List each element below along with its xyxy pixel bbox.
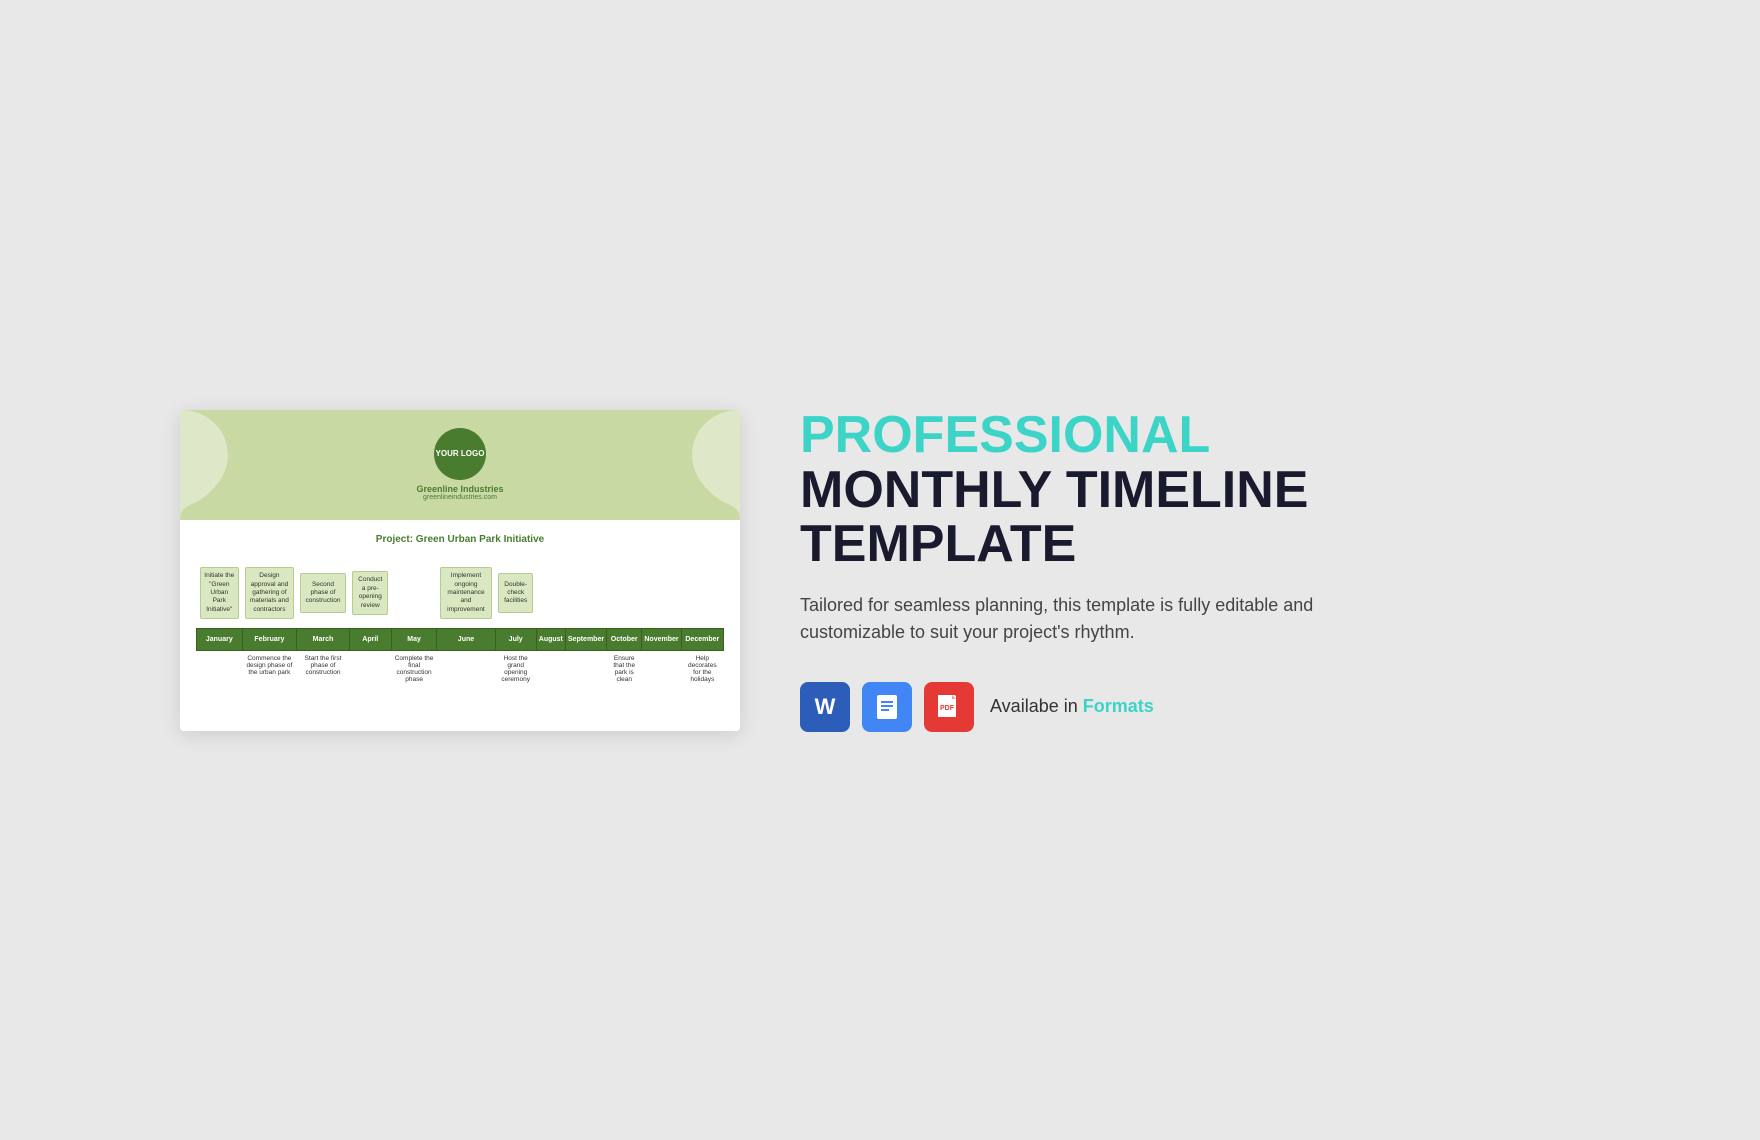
- task-oct: [607, 559, 642, 629]
- month-may: May: [391, 629, 437, 651]
- task-mar: Second phase of construction: [297, 559, 350, 629]
- month-dec: December: [681, 629, 723, 651]
- task-may: [391, 559, 437, 629]
- month-feb: February: [242, 629, 297, 651]
- task-dec: [681, 559, 723, 629]
- btask-jan: [197, 651, 243, 711]
- month-nov: November: [642, 629, 681, 651]
- btask-nov: [642, 651, 681, 711]
- task-jun: Implement ongoing maintenance and improv…: [437, 559, 495, 629]
- doc-header: YOUR LOGO Greenline Industries greenline…: [180, 410, 740, 520]
- month-jul: July: [495, 629, 536, 651]
- main-container: YOUR LOGO Greenline Industries greenline…: [180, 408, 1580, 732]
- btask-oct: Ensure that the park is clean: [607, 651, 642, 711]
- formats-text: Availabe in Formats: [990, 696, 1154, 717]
- month-apr: April: [349, 629, 391, 651]
- task-box-jan: Initiate the "Green Urban Park Initiativ…: [200, 567, 240, 619]
- btask-apr: [349, 651, 391, 711]
- headline: Professional Monthly Timeline Template: [800, 408, 1580, 572]
- company-name: Greenline Industries: [416, 484, 503, 494]
- task-box-feb: Design approval and gathering of materia…: [245, 567, 294, 619]
- project-title: Project: Green Urban Park Initiative: [196, 534, 724, 545]
- btask-may: Complete the final construction phase: [391, 651, 437, 711]
- month-jun: June: [437, 629, 495, 651]
- available-label: Availabe in: [990, 696, 1078, 716]
- svg-text:PDF: PDF: [940, 705, 955, 712]
- task-apr: Conduct a pre-opening review: [349, 559, 391, 629]
- month-aug: August: [536, 629, 565, 651]
- doc-body: Project: Green Urban Park Initiative Ini…: [180, 520, 740, 731]
- task-box-mar: Second phase of construction: [300, 573, 347, 613]
- task-nov: [642, 559, 681, 629]
- word-icon: W: [800, 682, 850, 732]
- btask-feb: Commence the design phase of the urban p…: [242, 651, 297, 711]
- description-text: Tailored for seamless planning, this tem…: [800, 592, 1360, 646]
- wave-right-decoration: [620, 410, 740, 520]
- btask-jun: [437, 651, 495, 711]
- task-sep: [565, 559, 606, 629]
- pdf-svg: PDF: [935, 693, 963, 721]
- month-mar: March: [297, 629, 350, 651]
- task-box-jun: Implement ongoing maintenance and improv…: [440, 567, 492, 619]
- headline-line1: Professional: [800, 406, 1210, 464]
- docs-svg: [873, 693, 901, 721]
- task-box-apr: Conduct a pre-opening review: [352, 571, 388, 615]
- month-sep: September: [565, 629, 606, 651]
- headline-line3: Template: [800, 515, 1076, 573]
- header-center: YOUR LOGO Greenline Industries greenline…: [416, 428, 503, 501]
- docs-icon: [862, 682, 912, 732]
- btask-jul: Host the grand opening ceremony: [495, 651, 536, 711]
- logo-circle: YOUR LOGO: [434, 428, 486, 480]
- pdf-icon: PDF: [924, 682, 974, 732]
- task-aug: [536, 559, 565, 629]
- formats-row: W PDF Avai: [800, 682, 1580, 732]
- btask-mar: Start the first phase of construction: [297, 651, 350, 711]
- timeline-table: Initiate the "Green Urban Park Initiativ…: [196, 559, 724, 711]
- task-jan: Initiate the "Green Urban Park Initiativ…: [197, 559, 243, 629]
- task-feb: Design approval and gathering of materia…: [242, 559, 297, 629]
- month-row: January February March April May June Ju…: [197, 629, 724, 651]
- month-jan: January: [197, 629, 243, 651]
- btask-aug: [536, 651, 565, 711]
- task-jul: Double-check facilities: [495, 559, 536, 629]
- document-preview: YOUR LOGO Greenline Industries greenline…: [180, 410, 740, 731]
- top-task-row: Initiate the "Green Urban Park Initiativ…: [197, 559, 724, 629]
- btask-dec: Help decorates for the holidays: [681, 651, 723, 711]
- btask-sep: [565, 651, 606, 711]
- bottom-task-row: Commence the design phase of the urban p…: [197, 651, 724, 711]
- task-box-jul: Double-check facilities: [498, 573, 533, 613]
- month-oct: October: [607, 629, 642, 651]
- right-content: Professional Monthly Timeline Template T…: [800, 408, 1580, 732]
- headline-line2: Monthly Timeline: [800, 461, 1308, 519]
- wave-left-decoration: [180, 410, 300, 520]
- formats-highlight: Formats: [1083, 696, 1154, 716]
- company-url: greenlineindustries.com: [423, 494, 497, 501]
